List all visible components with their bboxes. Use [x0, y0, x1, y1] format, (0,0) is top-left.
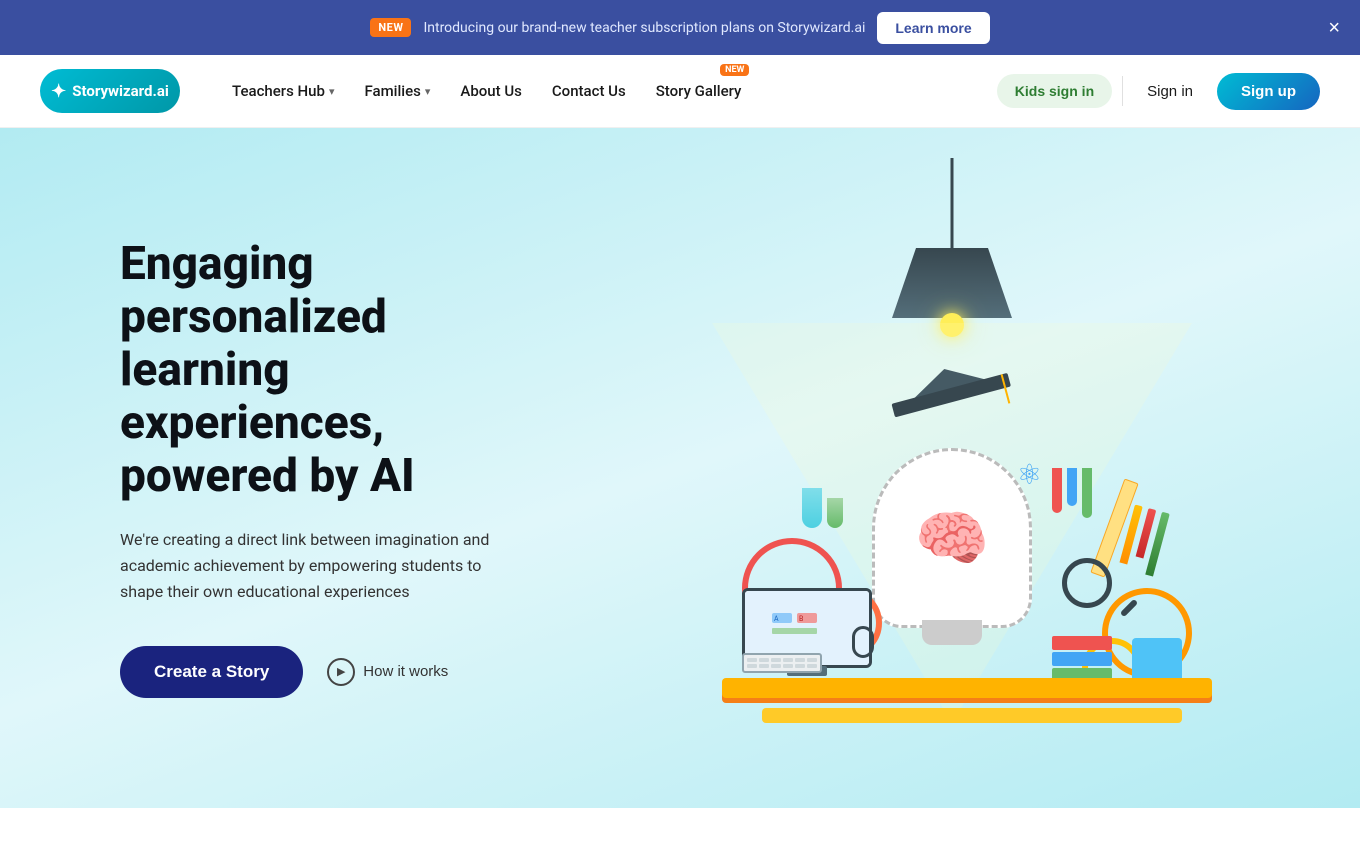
how-it-works-label: How it works: [363, 663, 448, 680]
test-tube-3: [1082, 468, 1092, 518]
nav-label-teachers-hub: Teachers Hub: [232, 82, 325, 100]
nav-item-teachers-hub[interactable]: Teachers Hub ▾: [220, 74, 346, 108]
nav-right: Kids sign in Sign in Sign up: [997, 73, 1320, 110]
keyboard: [742, 653, 822, 673]
brain-bulb: 🧠: [872, 448, 1032, 628]
hero-content: Engaging personalized learning experienc…: [0, 158, 600, 778]
flask-1: [802, 488, 822, 528]
play-icon: ▶: [327, 658, 355, 686]
kids-signin-button[interactable]: Kids sign in: [997, 74, 1112, 108]
monitor-display: A B: [762, 603, 852, 653]
key-8: [759, 664, 769, 668]
platform-shelf: [722, 678, 1212, 698]
key-11: [795, 664, 805, 668]
platform-shelf-2: [762, 708, 1182, 723]
key-5: [795, 658, 805, 662]
logo-text: Storywizard.ai: [72, 82, 169, 100]
nav-item-families[interactable]: Families ▾: [352, 74, 442, 108]
key-6: [807, 658, 817, 662]
bulb-bottom: [922, 620, 982, 645]
nav-item-about[interactable]: About Us: [448, 74, 534, 108]
nav-label-families: Families: [364, 82, 420, 100]
logo-icon: ✦ Storywizard.ai: [40, 69, 180, 113]
chevron-down-icon: ▾: [329, 85, 335, 98]
lamp-shade: [892, 248, 1012, 318]
nav-label-contact: Contact Us: [552, 82, 626, 100]
brain-icon: 🧠: [915, 503, 990, 574]
banner-text: Introducing our brand-new teacher subscr…: [423, 20, 865, 36]
signup-button[interactable]: Sign up: [1217, 73, 1320, 110]
book-1: [1052, 636, 1112, 650]
hero-title: Engaging personalized learning experienc…: [120, 238, 520, 502]
book-2: [1052, 652, 1112, 666]
nav-label-about: About Us: [460, 82, 522, 100]
hero-section: Engaging personalized learning experienc…: [0, 128, 1360, 808]
mouse: [852, 626, 874, 658]
logo-star-icon: ✦: [51, 81, 66, 102]
nav-new-badge: NEW: [720, 64, 749, 76]
learn-more-button[interactable]: Learn more: [877, 12, 989, 44]
svg-text:A: A: [774, 615, 779, 623]
nav-item-story-gallery[interactable]: Story Gallery NEW: [644, 74, 754, 108]
signin-button[interactable]: Sign in: [1133, 74, 1207, 109]
nav-links: Teachers Hub ▾ Families ▾ About Us Conta…: [220, 74, 997, 108]
chevron-down-icon: ▾: [425, 85, 431, 98]
create-story-button[interactable]: Create a Story: [120, 646, 303, 698]
how-it-works-button[interactable]: ▶ How it works: [327, 658, 448, 686]
nav-item-contact[interactable]: Contact Us: [540, 74, 638, 108]
banner-close-button[interactable]: ×: [1328, 18, 1340, 38]
navbar: ✦ Storywizard.ai Teachers Hub ▾ Families…: [0, 55, 1360, 128]
key-3: [771, 658, 781, 662]
flask-2: [827, 498, 843, 528]
logo-link[interactable]: ✦ Storywizard.ai: [40, 69, 180, 113]
key-10: [783, 664, 793, 668]
test-tube-2: [1067, 468, 1077, 506]
illustration-container: 🧠 ⚛: [662, 158, 1242, 778]
key-7: [747, 664, 757, 668]
svg-text:B: B: [799, 615, 803, 623]
atom-icon: ⚛: [1017, 458, 1042, 491]
test-tubes: [1052, 468, 1092, 518]
key-1: [747, 658, 757, 662]
key-4: [783, 658, 793, 662]
announcement-banner: NEW Introducing our brand-new teacher su…: [0, 0, 1360, 55]
key-9: [771, 664, 781, 668]
test-tube-1: [1052, 468, 1062, 513]
hero-actions: Create a Story ▶ How it works: [120, 646, 520, 698]
nav-divider: [1122, 76, 1123, 106]
hero-subtitle: We're creating a direct link between ima…: [120, 527, 520, 606]
hero-illustration: 🧠 ⚛: [544, 128, 1360, 808]
magnifier: [1062, 558, 1112, 608]
key-2: [759, 658, 769, 662]
key-12: [807, 664, 817, 668]
banner-new-badge: NEW: [370, 18, 411, 37]
nav-label-story-gallery: Story Gallery: [656, 82, 742, 100]
